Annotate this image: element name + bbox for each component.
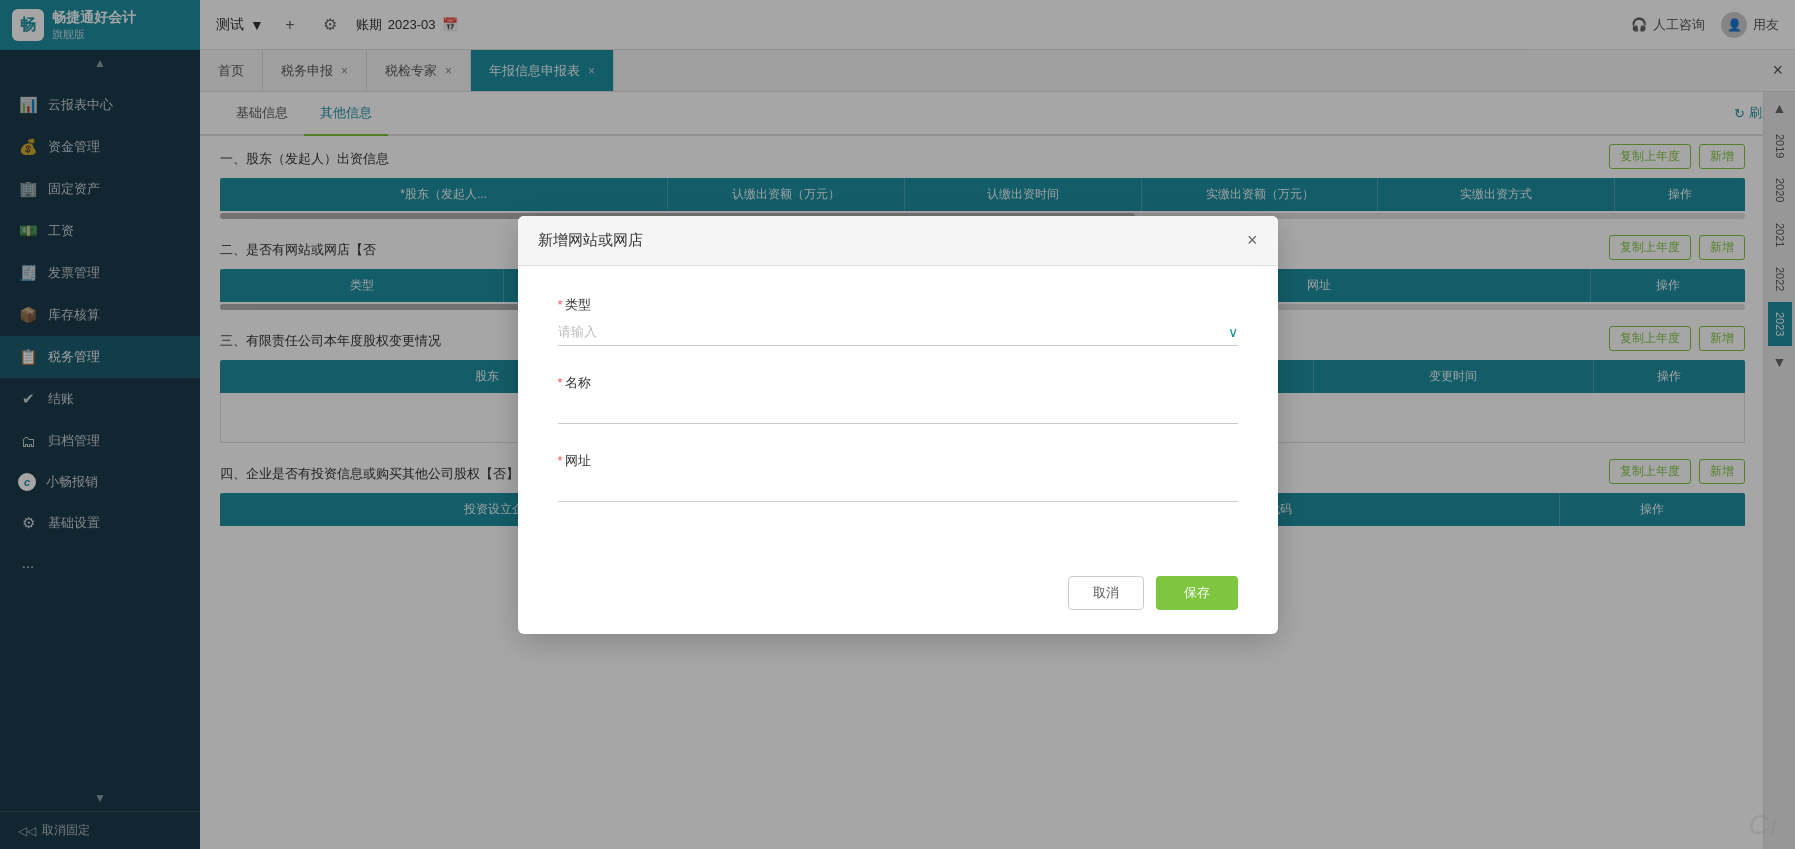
required-star: * (558, 375, 563, 390)
required-star: * (558, 297, 563, 312)
required-star: * (558, 453, 563, 468)
dropdown-arrow-icon[interactable]: ∨ (1228, 324, 1238, 340)
form-field-type: * 类型 ∨ (558, 296, 1238, 346)
name-input-row (558, 396, 1238, 424)
form-field-name: * 名称 (558, 374, 1238, 424)
name-input[interactable] (558, 396, 1238, 424)
dialog-body: * 类型 ∨ * 名称 (518, 266, 1278, 560)
add-website-dialog: 新增网站或网店 × * 类型 ∨ * 名称 (518, 216, 1278, 634)
cancel-button[interactable]: 取消 (1068, 576, 1144, 610)
dialog-close-btn[interactable]: × (1247, 230, 1258, 251)
label-text: 类型 (565, 296, 591, 314)
type-input-row: ∨ (558, 318, 1238, 346)
url-input-row (558, 474, 1238, 502)
label-text: 网址 (565, 452, 591, 470)
dialog-footer: 取消 保存 (518, 560, 1278, 634)
dialog-title: 新增网站或网店 (538, 231, 643, 250)
field-type-label: * 类型 (558, 296, 1238, 314)
modal-overlay: 新增网站或网店 × * 类型 ∨ * 名称 (0, 0, 1795, 849)
label-text: 名称 (565, 374, 591, 392)
form-field-url: * 网址 (558, 452, 1238, 502)
type-input[interactable] (558, 318, 1238, 346)
save-button[interactable]: 保存 (1156, 576, 1238, 610)
field-url-label: * 网址 (558, 452, 1238, 470)
url-input[interactable] (558, 474, 1238, 502)
field-name-label: * 名称 (558, 374, 1238, 392)
dialog-header: 新增网站或网店 × (518, 216, 1278, 266)
